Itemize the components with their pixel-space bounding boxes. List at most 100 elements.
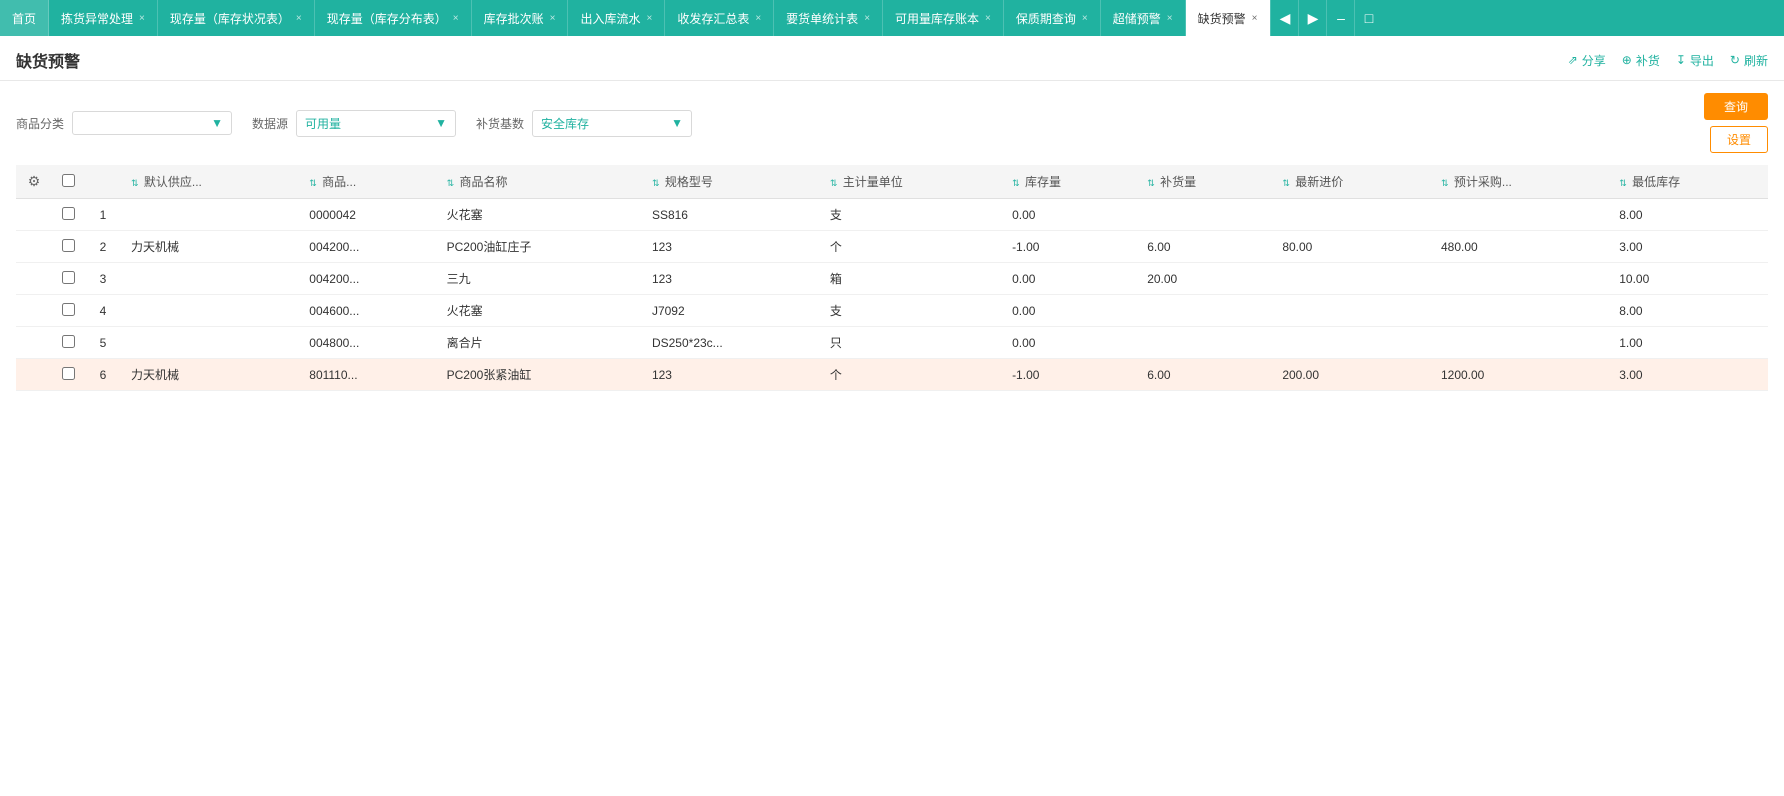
datasource-select[interactable]: 可用量 ▼ [296,110,456,137]
row-estimated-cell: 480.00 [1431,231,1609,263]
row-checkbox[interactable] [62,207,75,220]
tab-expiry[interactable]: 保质期查询 × [1004,0,1101,36]
row-checkbox[interactable] [62,303,75,316]
table-row: 4 004600... 火花塞 J7092 支 0.00 8.00 [16,295,1768,327]
row-checkbox-cell[interactable] [52,199,85,231]
close-icon[interactable]: × [864,13,870,24]
row-price-cell [1272,263,1431,295]
row-replenish-cell: 6.00 [1137,359,1272,391]
row-name-cell: 火花塞 [437,295,642,327]
base-label: 补货基数 [476,115,524,132]
category-select[interactable]: ▼ [72,111,232,135]
row-checkbox-cell[interactable] [52,359,85,391]
tab-maximize-btn[interactable]: □ [1354,0,1382,36]
close-icon[interactable]: × [646,13,652,24]
col-unit-header[interactable]: ⇅ 主计量单位 [820,165,1002,199]
row-checkbox[interactable] [62,335,75,348]
replenish-button[interactable]: ⊕ 补货 [1622,52,1660,69]
gear-icon[interactable]: ⚙ [28,173,41,189]
tab-prev-btn[interactable]: ◀ [1270,0,1298,36]
share-button[interactable]: ⇗ 分享 [1568,52,1606,69]
col-estimated-header[interactable]: ⇅ 预计采购... [1431,165,1609,199]
tab-overstock[interactable]: 超储预警 × [1101,0,1186,36]
sort-icon: ⇅ [131,178,139,188]
close-icon[interactable]: × [453,13,459,24]
settings-button[interactable]: 设置 [1710,126,1768,153]
col-price-header[interactable]: ⇅ 最新进价 [1272,165,1431,199]
row-replenish-cell [1137,199,1272,231]
header-actions: ⇗ 分享 ⊕ 补货 ↧ 导出 ↻ 刷新 [1568,52,1768,69]
row-minstock-cell: 1.00 [1609,327,1768,359]
close-icon[interactable]: × [985,13,991,24]
row-settings-cell [16,199,52,231]
refresh-icon: ↻ [1730,53,1740,67]
base-select[interactable]: 安全库存 ▼ [532,110,692,137]
row-replenish-cell [1137,327,1272,359]
row-estimated-cell [1431,199,1609,231]
close-icon[interactable]: × [1252,13,1258,24]
row-replenish-cell: 6.00 [1137,231,1272,263]
table-row: 6 力天机械 801110... PC200张紧油缸 123 个 -1.00 6… [16,359,1768,391]
row-estimated-cell: 1200.00 [1431,359,1609,391]
sort-icon: ⇅ [1282,178,1290,188]
tab-minimize-btn[interactable]: – [1326,0,1354,36]
table-body: 1 0000042 火花塞 SS816 支 0.00 8.00 2 力天机械 0… [16,199,1768,391]
row-unit-cell: 箱 [820,263,1002,295]
close-icon[interactable]: × [1082,13,1088,24]
row-minstock-cell: 3.00 [1609,359,1768,391]
tab-summary[interactable]: 收发存汇总表 × [665,0,774,36]
tab-batch[interactable]: 库存批次账 × [472,0,569,36]
row-stock-cell: 0.00 [1002,199,1137,231]
row-supplier-cell: 力天机械 [121,231,299,263]
row-name-cell: PC200油缸庄子 [437,231,642,263]
tab-home[interactable]: 首页 [0,0,49,36]
col-replenish-header[interactable]: ⇅ 补货量 [1137,165,1272,199]
row-code-cell: 004600... [299,295,436,327]
base-value: 安全库存 [541,115,589,132]
col-checkbox-header[interactable] [52,165,85,199]
tab-requisition[interactable]: 要货单统计表 × [774,0,883,36]
tab-flow[interactable]: 出入库流水 × [568,0,665,36]
refresh-button[interactable]: ↻ 刷新 [1730,52,1768,69]
tab-picking[interactable]: 拣货异常处理 × [49,0,158,36]
row-checkbox[interactable] [62,367,75,380]
row-estimated-cell [1431,327,1609,359]
row-spec-cell: DS250*23c... [642,327,820,359]
close-icon[interactable]: × [139,13,145,24]
col-settings-header[interactable]: ⚙ [16,165,52,199]
select-all-checkbox[interactable] [62,174,75,187]
query-button[interactable]: 查询 [1704,93,1768,120]
row-price-cell [1272,295,1431,327]
row-checkbox[interactable] [62,239,75,252]
row-unit-cell: 只 [820,327,1002,359]
datasource-label: 数据源 [252,115,288,132]
col-minstock-header[interactable]: ⇅ 最低库存 [1609,165,1768,199]
export-button[interactable]: ↧ 导出 [1676,52,1714,69]
row-checkbox-cell[interactable] [52,295,85,327]
tab-next-btn[interactable]: ▶ [1298,0,1326,36]
row-checkbox-cell[interactable] [52,327,85,359]
col-code-header[interactable]: ⇅ 商品... [299,165,436,199]
row-spec-cell: J7092 [642,295,820,327]
row-checkbox-cell[interactable] [52,263,85,295]
tab-shortage[interactable]: 缺货预警 × [1186,0,1271,36]
tab-inventory-status[interactable]: 现存量（库存状况表） × [158,0,315,36]
col-stock-header[interactable]: ⇅ 库存量 [1002,165,1137,199]
row-stock-cell: 0.00 [1002,327,1137,359]
row-minstock-cell: 10.00 [1609,263,1768,295]
close-icon[interactable]: × [1167,13,1173,24]
close-icon[interactable]: × [550,13,556,24]
row-spec-cell: 123 [642,263,820,295]
col-spec-header[interactable]: ⇅ 规格型号 [642,165,820,199]
row-minstock-cell: 3.00 [1609,231,1768,263]
tab-inventory-dist[interactable]: 现存量（库存分布表） × [315,0,472,36]
row-num-cell: 2 [85,231,121,263]
row-checkbox-cell[interactable] [52,231,85,263]
close-icon[interactable]: × [755,13,761,24]
col-supplier-header[interactable]: ⇅ 默认供应... [121,165,299,199]
tab-available[interactable]: 可用量库存账本 × [883,0,1004,36]
col-name-header[interactable]: ⇅ 商品名称 [437,165,642,199]
close-icon[interactable]: × [296,13,302,24]
row-checkbox[interactable] [62,271,75,284]
row-spec-cell: 123 [642,231,820,263]
